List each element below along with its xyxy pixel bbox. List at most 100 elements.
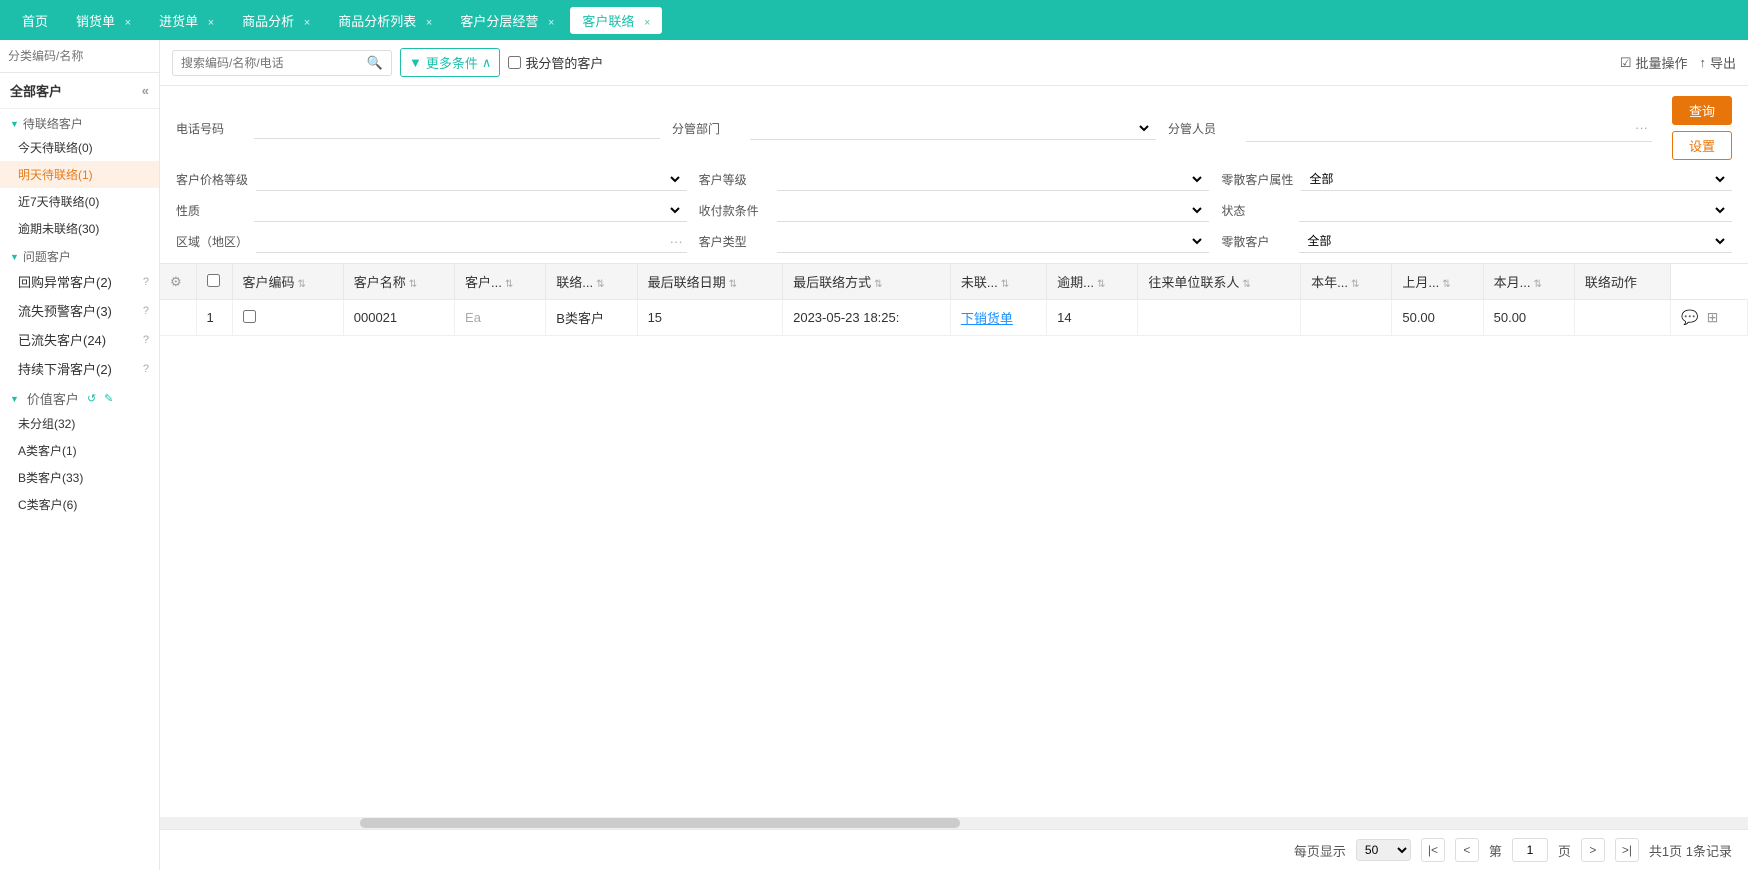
sidebar-item-declining[interactable]: 持续下滑客户(2)?	[0, 354, 159, 383]
col-overdue-label: 逾期...	[1057, 275, 1094, 290]
sidebar: 🔍 全部客户 « 待联络客户 今天待联络(0) 明天待联络(1) 近7天待联络(…	[0, 40, 160, 870]
nav-product-analysis-close[interactable]: ×	[304, 17, 310, 29]
select-all-checkbox[interactable]	[207, 274, 220, 287]
filter-nature-wrapper	[254, 199, 687, 222]
filter-status-wrapper	[1299, 199, 1732, 222]
col-overdue[interactable]: 逾期...⇅	[1047, 264, 1138, 300]
first-page-btn[interactable]: |<	[1421, 838, 1445, 862]
filter-payment-select[interactable]	[781, 202, 1206, 218]
sidebar-item-b-class[interactable]: B类客户(33)	[0, 464, 159, 491]
col-last-method[interactable]: 最后联络方式⇅	[783, 264, 951, 300]
export-btn[interactable]: ↑ 导出	[1699, 53, 1736, 72]
col-checkbox	[196, 264, 232, 300]
col-action-label: 联络动作	[1585, 275, 1637, 290]
sidebar-value-refresh[interactable]: ↺	[87, 392, 96, 405]
filter-region-dots[interactable]: ···	[670, 234, 683, 249]
per-page-label: 每页显示	[1294, 841, 1346, 860]
filter-retail-attr-wrapper: 全部	[1301, 168, 1732, 191]
last-method-link[interactable]: 下销货单	[961, 311, 1013, 326]
filter-actions: 查询 设置	[1672, 96, 1732, 160]
sidebar-item-ungrouped[interactable]: 未分组(32)	[0, 410, 159, 437]
filter-region-input[interactable]	[260, 234, 670, 248]
filter-dept-select[interactable]	[754, 120, 1152, 136]
filter-retail-attr-select[interactable]: 全部	[1305, 171, 1728, 187]
sidebar-group-pending: 待联络客户	[0, 109, 159, 134]
col-action: 联络动作	[1574, 264, 1670, 300]
col-name-label: 客户名称	[354, 275, 406, 290]
filter-retail-customer-select[interactable]: 全部	[1303, 233, 1728, 249]
filter-customer-level-select[interactable]	[781, 171, 1206, 187]
sidebar-item-7days[interactable]: 近7天待联络(0)	[0, 188, 159, 215]
col-this-month[interactable]: 本月...⇅	[1483, 264, 1574, 300]
batch-action-btn[interactable]: ☑ 批量操作	[1620, 53, 1688, 72]
action-grid-icon[interactable]: ⊞	[1707, 309, 1719, 326]
col-contact-count[interactable]: 联络...⇅	[546, 264, 637, 300]
col-uncontacted[interactable]: 未联...⇅	[950, 264, 1046, 300]
sidebar-item-warn[interactable]: 流失预警客户(3)?	[0, 296, 159, 325]
nav-product-analysis-list[interactable]: 商品分析列表 ×	[326, 7, 444, 34]
my-customers-checkbox-label[interactable]: 我分管的客户	[508, 53, 603, 72]
sidebar-item-overdue[interactable]: 逾期未联络(30)	[0, 215, 159, 242]
nav-sales-close[interactable]: ×	[125, 17, 131, 29]
nav-customer-contact-close[interactable]: ×	[644, 17, 650, 29]
table-body: 1 000021 Ea B类客户 15 2023-05-23 18:25: 下销…	[160, 300, 1748, 336]
col-last-date[interactable]: 最后联络日期⇅	[637, 264, 783, 300]
sidebar-collapse-icon[interactable]: «	[142, 83, 149, 98]
sidebar-item-c-class[interactable]: C类客户(6)	[0, 491, 159, 518]
row-checkbox[interactable]	[243, 310, 256, 323]
col-this-month-label: 本月...	[1494, 275, 1531, 290]
col-name[interactable]: 客户名称⇅	[343, 264, 454, 300]
sidebar-item-lost[interactable]: 已流失客户(24)?	[0, 325, 159, 354]
last-page-btn[interactable]: >|	[1615, 838, 1639, 862]
nav-product-list-close[interactable]: ×	[426, 17, 432, 29]
sidebar-search-input[interactable]	[8, 49, 160, 63]
toolbar: 🔍 ▼ 更多条件 ∧ 我分管的客户 ☑ 批量操作 ↑ 导出	[160, 40, 1748, 86]
col-contact-count-label: 联络...	[556, 275, 593, 290]
nav-purchase-close[interactable]: ×	[208, 17, 214, 29]
col-type[interactable]: 客户...⇅	[455, 264, 546, 300]
search-input[interactable]	[181, 56, 361, 70]
sidebar-value-edit[interactable]: ✎	[104, 392, 113, 405]
sidebar-item-a-class[interactable]: A类客户(1)	[0, 437, 159, 464]
col-code[interactable]: 客户编码⇅	[232, 264, 343, 300]
set-button[interactable]: 设置	[1672, 131, 1732, 160]
page-number-input[interactable]	[1512, 838, 1548, 862]
nav-sales[interactable]: 销货单 ×	[64, 7, 143, 34]
search-icon[interactable]: 🔍	[367, 55, 383, 71]
nav-home[interactable]: 首页	[10, 7, 60, 34]
row-gear-cell	[160, 300, 196, 336]
nav-purchase[interactable]: 进货单 ×	[147, 7, 226, 34]
col-this-year[interactable]: 本年...⇅	[1301, 264, 1392, 300]
filter-btn[interactable]: ▼ 更多条件 ∧	[400, 48, 500, 77]
filter-nature-select[interactable]	[258, 202, 683, 218]
scrollbar-thumb[interactable]	[360, 818, 960, 828]
col-last-month[interactable]: 上月...⇅	[1392, 264, 1483, 300]
per-page-select[interactable]: 50 100	[1356, 839, 1411, 861]
horizontal-scrollbar[interactable]	[160, 817, 1748, 829]
nav-product-analysis[interactable]: 商品分析 ×	[230, 7, 322, 34]
filter-customer-type-select[interactable]	[781, 233, 1206, 249]
filter-manager-dots[interactable]: ···	[1635, 120, 1648, 135]
col-last-date-label: 最后联络日期	[648, 275, 726, 290]
filter-status-select[interactable]	[1303, 202, 1728, 218]
col-name-sort: ⇅	[409, 279, 417, 290]
my-customers-checkbox[interactable]	[508, 56, 521, 69]
next-page-btn[interactable]: >	[1581, 838, 1605, 862]
sidebar-item-today[interactable]: 今天待联络(0)	[0, 134, 159, 161]
prev-page-btn[interactable]: <	[1455, 838, 1479, 862]
sidebar-item-abnormal[interactable]: 回购异常客户(2)?	[0, 267, 159, 296]
filter-price-level-select[interactable]	[260, 171, 683, 187]
sidebar-item-tomorrow[interactable]: 明天待联络(1)	[0, 161, 159, 188]
nav-customer-contact[interactable]: 客户联络 ×	[570, 7, 662, 34]
nav-customer-layering[interactable]: 客户分层经营 ×	[448, 7, 566, 34]
filter-manager-input[interactable]	[1250, 118, 1635, 138]
nav-customer-layering-close[interactable]: ×	[548, 17, 554, 29]
sidebar-all-customers[interactable]: 全部客户 «	[0, 73, 159, 109]
col-unit-contact[interactable]: 往来单位联系人⇅	[1138, 264, 1301, 300]
footer: 每页显示 50 100 |< < 第 页 > >| 共1页 1条记录	[160, 829, 1748, 870]
gear-settings-icon[interactable]: ⚙	[170, 274, 182, 289]
filter-phone-input[interactable]	[254, 118, 660, 139]
action-message-icon[interactable]: 💬	[1681, 309, 1698, 326]
content-area: 🔍 ▼ 更多条件 ∧ 我分管的客户 ☑ 批量操作 ↑ 导出	[160, 40, 1748, 870]
query-button[interactable]: 查询	[1672, 96, 1732, 125]
